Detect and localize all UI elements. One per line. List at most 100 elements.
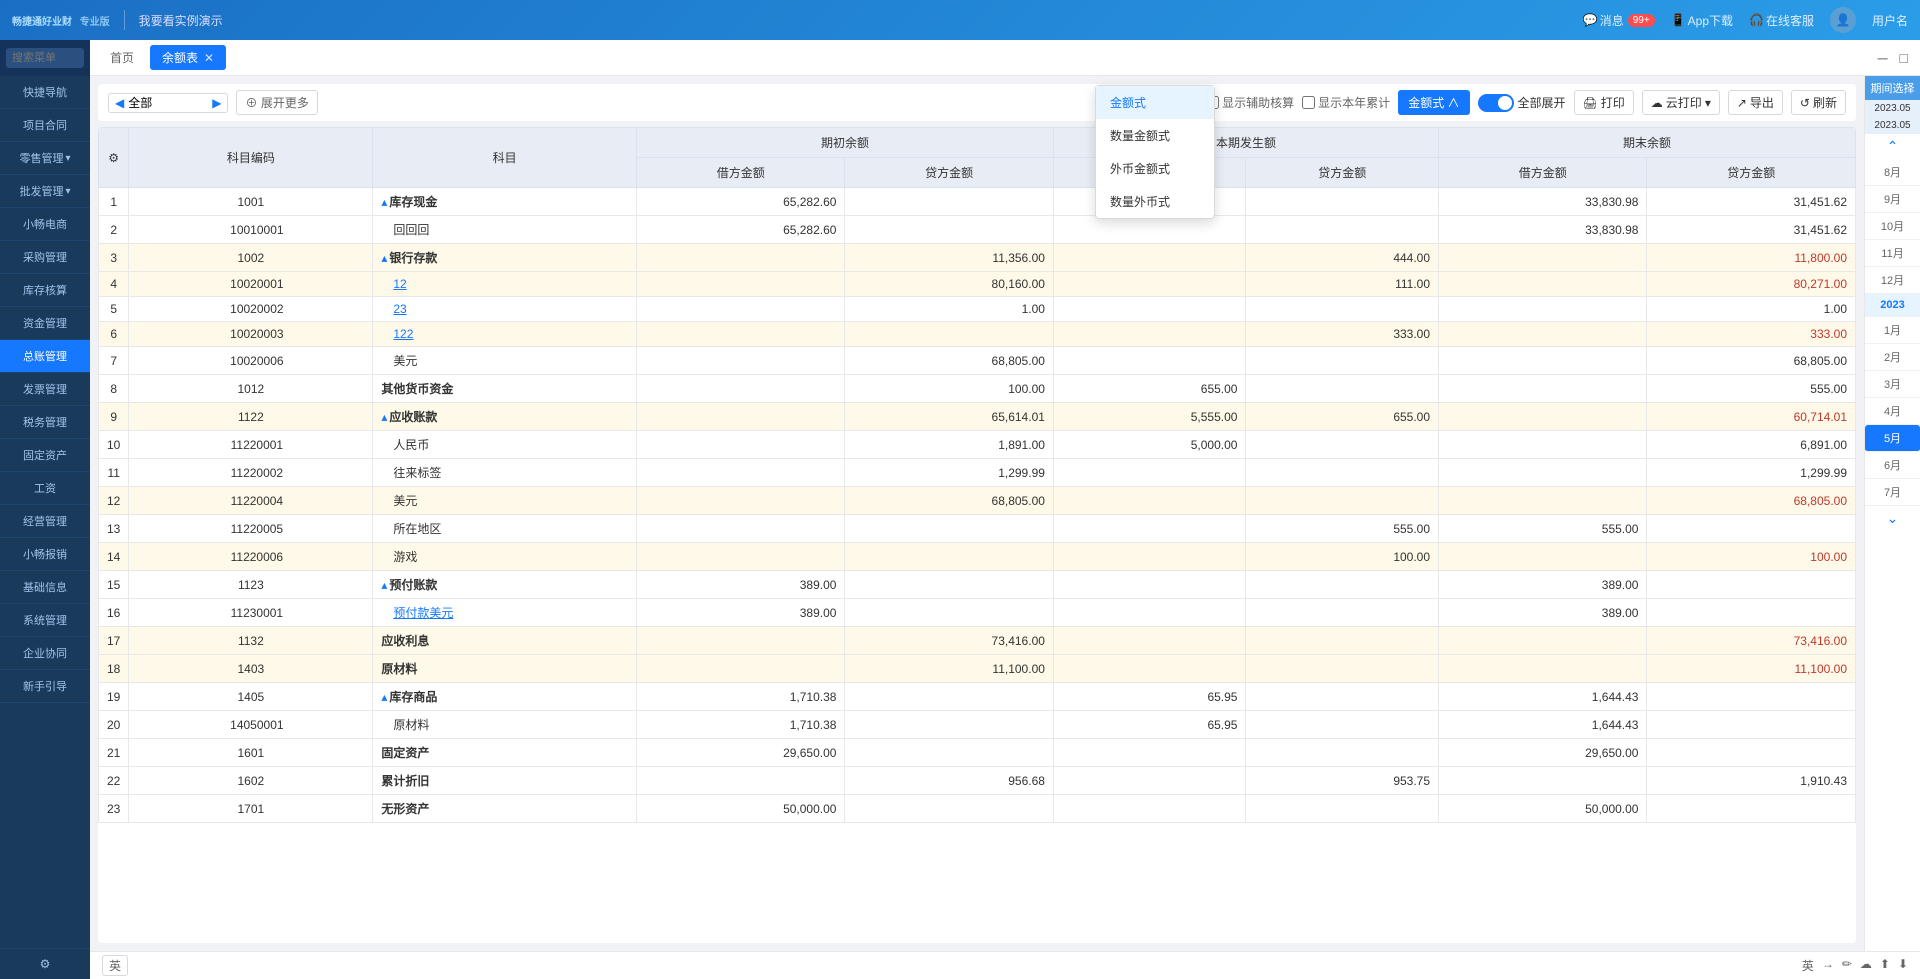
period-up-nav[interactable]: ⌃: [1865, 134, 1920, 159]
search-right-icon[interactable]: ▶: [212, 96, 221, 110]
sidebar-item-fixed-assets[interactable]: 固定资产: [0, 439, 90, 472]
subject-search-input[interactable]: [128, 96, 208, 110]
expand-icon[interactable]: ▴: [381, 195, 387, 209]
status-icon-5[interactable]: ⬆: [1880, 957, 1890, 974]
sidebar-item-purchase-mgmt[interactable]: 采购管理: [0, 241, 90, 274]
sidebar-item-ledger-mgmt[interactable]: 总账管理: [0, 340, 90, 373]
table-row[interactable]: 1 1001 ▴库存现金 65,282.60 33,830.98 31,451.…: [99, 188, 1856, 216]
table-row[interactable]: 10 11220001 人民币 1,891.00 5,000.00 6,891.…: [99, 431, 1856, 459]
table-row[interactable]: 20 14050001 原材料 1,710.38 65.95 1,644.43: [99, 711, 1856, 739]
table-row[interactable]: 5 10020002 23 1.00 1.00: [99, 297, 1856, 322]
period-range-end[interactable]: 2023.05: [1865, 117, 1920, 134]
sidebar-item-ops-mgmt[interactable]: 经营管理: [0, 505, 90, 538]
sidebar-item-retail-mgmt[interactable]: 零售管理▾: [0, 142, 90, 175]
show-ytd-checkbox[interactable]: 显示本年累计: [1302, 94, 1390, 111]
table-row[interactable]: 12 11220004 美元 68,805.00 68,805.00: [99, 487, 1856, 515]
expand-all-toggle[interactable]: 全部展开: [1478, 94, 1566, 112]
refresh-btn[interactable]: ↺ 刷新: [1791, 90, 1846, 115]
period-down-nav[interactable]: ⌄: [1865, 506, 1920, 531]
expand-icon[interactable]: ▴: [381, 690, 387, 704]
table-row[interactable]: 21 1601 固定资产 29,650.00 29,650.00: [99, 739, 1856, 767]
sidebar-item-small-sales[interactable]: 小畅报销: [0, 538, 90, 571]
tab-home[interactable]: 首页: [98, 45, 146, 70]
print-btn[interactable]: 🖨 打印: [1574, 90, 1634, 115]
status-icon-6[interactable]: ⬇: [1898, 957, 1908, 974]
table-row[interactable]: 19 1405 ▴库存商品 1,710.38 65.95 1,644.43: [99, 683, 1856, 711]
period-month-10[interactable]: 10月: [1865, 213, 1920, 240]
period-month-5[interactable]: 5月: [1865, 425, 1920, 452]
expand-icon[interactable]: ▴: [381, 410, 387, 424]
status-icon-2[interactable]: →: [1822, 957, 1834, 974]
period-month-3[interactable]: 3月: [1865, 371, 1920, 398]
sidebar-item-basic-info[interactable]: 基础信息: [0, 571, 90, 604]
sidebar-item-inventory[interactable]: 库存核算: [0, 274, 90, 307]
sidebar-item-project-contract[interactable]: 项目合同: [0, 109, 90, 142]
dropdown-item-foreign-amount[interactable]: 外币金额式: [1096, 152, 1214, 185]
dropdown-item-qty-foreign[interactable]: 数量外币式: [1096, 185, 1214, 218]
table-row[interactable]: 3 1002 ▴银行存款 11,356.00 444.00 11,800.00: [99, 244, 1856, 272]
sidebar-item-tax-mgmt[interactable]: 税务管理: [0, 406, 90, 439]
sidebar-item-salary[interactable]: 工资: [0, 472, 90, 505]
tab-balance[interactable]: 余额表 ✕: [150, 45, 226, 70]
dropdown-item-qty-amount[interactable]: 数量金额式: [1096, 119, 1214, 152]
period-year-2023[interactable]: 2023: [1865, 294, 1920, 317]
mode-btn[interactable]: 金额式 ∧: [1398, 90, 1469, 115]
period-month-12[interactable]: 12月: [1865, 267, 1920, 294]
user-avatar[interactable]: 👤: [1830, 7, 1856, 33]
table-row[interactable]: 16 11230001 预付款美元 389.00 389.00: [99, 599, 1856, 627]
period-month-6[interactable]: 6月: [1865, 452, 1920, 479]
sidebar-item-wholesale-mgmt[interactable]: 批发管理▾: [0, 175, 90, 208]
service-btn[interactable]: 🎧 在线客服: [1749, 12, 1814, 29]
period-month-7[interactable]: 7月: [1865, 479, 1920, 506]
demo-link[interactable]: 我要看实例演示: [139, 12, 223, 29]
table-row[interactable]: 13 11220005 所在地区 555.00 555.00: [99, 515, 1856, 543]
sidebar-item-invoice-mgmt[interactable]: 发票管理: [0, 373, 90, 406]
search-input[interactable]: [6, 48, 84, 68]
sidebar-item-capital-mgmt[interactable]: 资金管理: [0, 307, 90, 340]
period-month-4[interactable]: 4月: [1865, 398, 1920, 425]
export-btn[interactable]: ↗ 导出: [1728, 90, 1783, 115]
tab-close-icon[interactable]: ✕: [204, 51, 214, 65]
table-row[interactable]: 11 11220002 往来标签 1,299.99 1,299.99: [99, 459, 1856, 487]
status-icon-4[interactable]: ☁: [1860, 957, 1872, 974]
tab-minimize-btn[interactable]: ─: [1874, 46, 1892, 70]
table-row[interactable]: 8 1012 其他货币资金 100.00 655.00 555.00: [99, 375, 1856, 403]
toggle-switch[interactable]: [1478, 94, 1514, 112]
table-row[interactable]: 4 10020001 12 80,160.00 111.00 80,271.00: [99, 272, 1856, 297]
table-row[interactable]: 9 1122 ▴应收账款 65,614.01 5,555.00 655.00 6…: [99, 403, 1856, 431]
period-month-8[interactable]: 8月: [1865, 159, 1920, 186]
table-row[interactable]: 23 1701 无形资产 50,000.00 50,000.00: [99, 795, 1856, 823]
dropdown-item-amount[interactable]: 金额式: [1096, 86, 1214, 119]
sidebar-item-new-guide[interactable]: 新手引导: [0, 670, 90, 703]
table-row[interactable]: 2 10010001 回回回 65,282.60 33,830.98 31,45…: [99, 216, 1856, 244]
sidebar-item-system-mgmt[interactable]: 系统管理: [0, 604, 90, 637]
period-month-11[interactable]: 11月: [1865, 240, 1920, 267]
sidebar-item-small-ecommerce[interactable]: 小畅电商: [0, 208, 90, 241]
period-month-9[interactable]: 9月: [1865, 186, 1920, 213]
table-row[interactable]: 15 1123 ▴预付账款 389.00 389.00: [99, 571, 1856, 599]
period-month-1[interactable]: 1月: [1865, 317, 1920, 344]
table-row[interactable]: 6 10020003 122 333.00 333.00: [99, 322, 1856, 347]
lang-btn[interactable]: 英: [102, 955, 128, 976]
ytd-checkbox[interactable]: [1302, 96, 1315, 109]
sidebar-item-enterprise-coop[interactable]: 企业协同: [0, 637, 90, 670]
expand-icon[interactable]: ▴: [381, 251, 387, 265]
period-month-2[interactable]: 2月: [1865, 344, 1920, 371]
table-row[interactable]: 22 1602 累计折旧 956.68 953.75 1,910.43: [99, 767, 1856, 795]
download-btn[interactable]: 📱 App下载: [1671, 12, 1733, 29]
tab-maximize-btn[interactable]: □: [1896, 46, 1912, 70]
status-icon-3[interactable]: ✏: [1842, 957, 1852, 974]
expand-icon[interactable]: ▴: [381, 578, 387, 592]
cloud-print-btn[interactable]: ☁ 云打印 ▾: [1642, 90, 1720, 115]
expand-more-btn[interactable]: ⊕ 展开更多: [236, 90, 317, 115]
username[interactable]: 用户名: [1872, 12, 1908, 29]
status-icon-1[interactable]: 英: [1802, 957, 1814, 974]
sidebar-settings[interactable]: ⚙: [0, 948, 90, 979]
message-btn[interactable]: 💬 消息 99+: [1583, 12, 1655, 29]
table-row[interactable]: 17 1132 应收利息 73,416.00 73,416.00: [99, 627, 1856, 655]
table-row[interactable]: 7 10020006 美元 68,805.00 68,805.00: [99, 347, 1856, 375]
sidebar-item-quick-nav[interactable]: 快捷导航: [0, 76, 90, 109]
table-row[interactable]: 14 11220006 游戏 100.00 100.00: [99, 543, 1856, 571]
period-range-start[interactable]: 2023.05: [1865, 100, 1920, 117]
th-settings[interactable]: ⚙: [99, 128, 129, 188]
